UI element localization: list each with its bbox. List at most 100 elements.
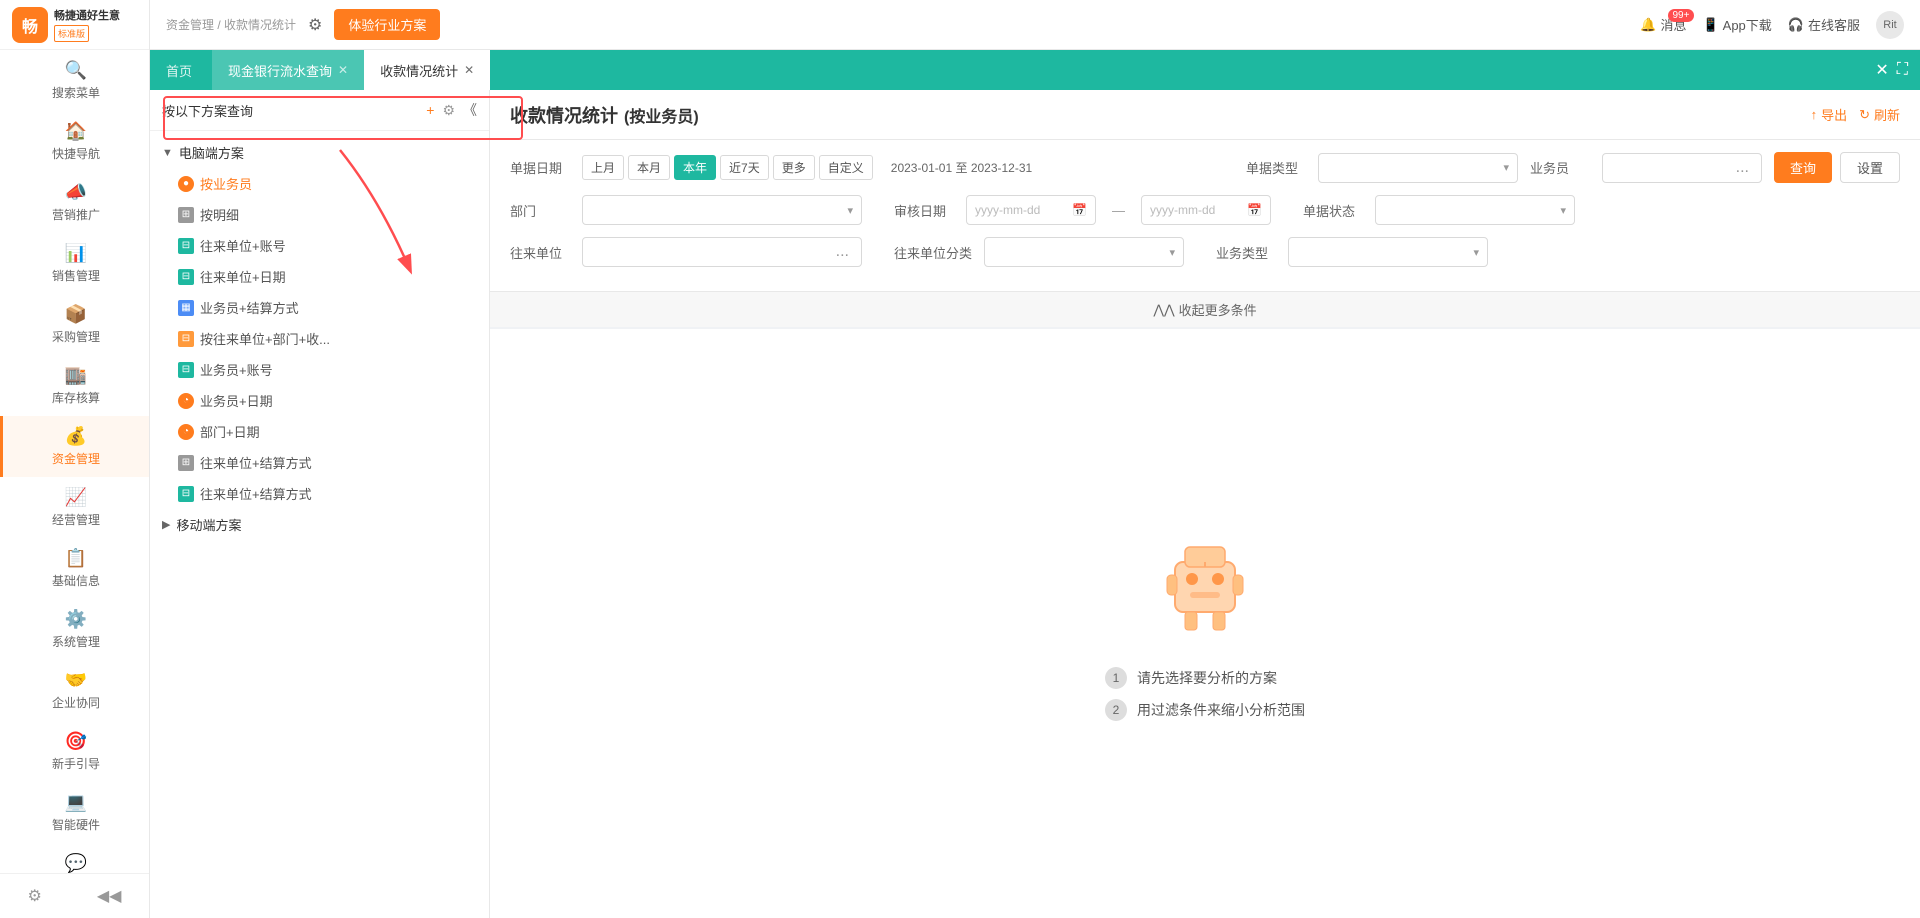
online-service-btn[interactable]: 🎧 在线客服 (1788, 15, 1860, 34)
sidebar-nav: 🔍 搜索菜单 🏠 快捷导航 📣 营销推广 📊 销售管理 📦 采购管理 🏬 库存核… (0, 50, 149, 873)
sidebar-item-quicknav[interactable]: 🏠 快捷导航 (0, 111, 149, 172)
partner-field[interactable]: ... (582, 237, 862, 267)
add-scheme-btn[interactable]: + (426, 102, 434, 118)
audit-date-label: 审核日期 (894, 201, 954, 220)
empty-steps: 1 请先选择要分析的方案 2 用过滤条件来缩小分析范围 (1105, 667, 1305, 721)
top-header: 资金管理 / 收款情况统计 ⚙ 体验行业方案 🔔 消息 99+ 📱 App下载 … (150, 0, 1920, 50)
marketing-icon: 📣 (65, 182, 87, 203)
scheme-group-mobile[interactable]: ▶ 移动端方案 (150, 509, 489, 540)
query-row-partner: 往来单位 ... 往来单位分类 ▾ 业务类型 ▾ (510, 237, 1900, 267)
scheme-item-partner-date[interactable]: ⊟ 往来单位+日期 (150, 261, 489, 292)
salesman-account-icon: ⊟ (178, 362, 194, 378)
scheme-item-by-salesman[interactable]: ● 按业务员 (150, 168, 489, 199)
partner-dept-icon: ⊟ (178, 331, 194, 347)
audit-date-to[interactable]: yyyy-mm-dd 📅 (1141, 195, 1271, 225)
date-btn-this-year[interactable]: 本年 (674, 155, 716, 180)
date-btn-custom[interactable]: 自定义 (819, 155, 873, 180)
search-icon: 🔍 (65, 60, 87, 81)
collapse-up-icon: ⋀⋀ (1153, 302, 1174, 318)
notification-count: 99+ (1668, 9, 1695, 22)
tab-expand-btn[interactable]: ⛶ (1897, 61, 1908, 79)
audit-date-from[interactable]: yyyy-mm-dd 📅 (966, 195, 1096, 225)
scheme-item-by-detail[interactable]: ⊞ 按明细 (150, 199, 489, 230)
sidebar-item-hardware[interactable]: 💻 智能硬件 (0, 782, 149, 843)
sidebar-item-purchase[interactable]: 📦 采购管理 (0, 294, 149, 355)
scheme-item-dept-date[interactable]: ◔ 部门+日期 (150, 416, 489, 447)
scheme-item-partner-settle1[interactable]: ⊞ 往来单位+结算方式 (150, 447, 489, 478)
page-title: 收款情况统计 (按业务员) (510, 102, 699, 128)
sidebar-item-sales[interactable]: 📊 销售管理 (0, 233, 149, 294)
doc-status-arrow: ▾ (1560, 204, 1566, 217)
trial-btn[interactable]: 体验行业方案 (334, 9, 440, 40)
date-btn-group: 上月 本月 本年 近7天 更多 自定义 (582, 155, 873, 180)
doc-status-select[interactable]: ▾ (1375, 195, 1575, 225)
settings-gear-icon[interactable]: ⚙ (308, 15, 322, 35)
sidebar-item-wechat[interactable]: 💬 企业微信 (0, 843, 149, 873)
scheme-item-salesman-account[interactable]: ⊟ 业务员+账号 (150, 354, 489, 385)
refresh-btn[interactable]: ↻ 刷新 (1859, 105, 1900, 124)
sidebar-item-warehouse[interactable]: 🏬 库存核算 (0, 355, 149, 416)
desktop-group-arrow: ▼ (162, 147, 173, 159)
salesman-dots-btn[interactable]: ... (1736, 159, 1749, 177)
sidebar-footer: ⚙ ◀◀ (0, 873, 149, 918)
sidebar-item-finance[interactable]: 💰 资金管理 (0, 416, 149, 477)
biz-type-select[interactable]: ▾ (1288, 237, 1488, 267)
sidebar-item-guide[interactable]: 🎯 新手引导 (0, 721, 149, 782)
partner-dots-btn[interactable]: ... (836, 243, 849, 261)
operation-icon: 📈 (65, 487, 87, 508)
top-header-left: 资金管理 / 收款情况统计 ⚙ 体验行业方案 (166, 9, 440, 40)
settings-footer-icon[interactable]: ⚙ (28, 886, 42, 906)
app-download-btn[interactable]: 📱 App下载 (1702, 15, 1771, 34)
collapse-sidebar-icon[interactable]: ◀◀ (97, 886, 122, 906)
partner-settle2-icon: ⊟ (178, 486, 194, 502)
partner-category-select[interactable]: ▾ (984, 237, 1184, 267)
sidebar-item-system[interactable]: ⚙️ 系统管理 (0, 599, 149, 660)
scheme-settings-btn[interactable]: ⚙ (442, 102, 455, 119)
notification-btn[interactable]: 🔔 消息 99+ (1640, 15, 1686, 34)
scheme-item-partner-dept[interactable]: ⊟ 按往来单位+部门+收... (150, 323, 489, 354)
biz-type-label: 业务类型 (1216, 243, 1276, 262)
dept-select[interactable]: ▾ (582, 195, 862, 225)
hardware-icon: 💻 (65, 792, 87, 813)
export-btn[interactable]: ↑ 导出 (1811, 105, 1848, 124)
right-content: 收款情况统计 (按业务员) ↑ 导出 ↻ 刷新 (490, 90, 1920, 918)
by-salesman-icon: ● (178, 176, 194, 192)
scheme-item-salesman-settle[interactable]: ▦ 业务员+结算方式 (150, 292, 489, 323)
salesman-date-icon: ◔ (178, 393, 194, 409)
tab-close-all-btn[interactable]: ✕ (1875, 60, 1888, 80)
step-num-1: 1 (1105, 667, 1127, 689)
finance-icon: 💰 (65, 426, 87, 447)
tab-collection-stats-close[interactable]: ✕ (464, 63, 474, 77)
sidebar-item-operation[interactable]: 📈 经营管理 (0, 477, 149, 538)
sidebar-item-basic[interactable]: 📋 基础信息 (0, 538, 149, 599)
date-btn-this-month[interactable]: 本月 (628, 155, 670, 180)
filter-settings-btn[interactable]: 设置 (1840, 152, 1900, 183)
scheme-item-partner-account[interactable]: ⊟ 往来单位+账号 (150, 230, 489, 261)
date-btn-7days[interactable]: 近7天 (720, 155, 769, 180)
date-btn-more[interactable]: 更多 (773, 155, 815, 180)
logo-badge: 标准版 (54, 25, 89, 42)
warehouse-icon: 🏬 (65, 365, 87, 386)
export-icon: ↑ (1811, 107, 1818, 122)
tab-collection-stats[interactable]: 收款情况统计 ✕ (364, 50, 490, 90)
query-btn[interactable]: 查询 (1774, 152, 1832, 183)
tab-bank-flow-close[interactable]: ✕ (338, 63, 348, 77)
tab-home[interactable]: 首页 (150, 50, 208, 90)
collapse-more-bar[interactable]: ⋀⋀ 收起更多条件 (490, 291, 1920, 327)
doc-type-select[interactable]: ▾ (1318, 153, 1518, 183)
date-btn-last-month[interactable]: 上月 (582, 155, 624, 180)
panel-collapse-btn[interactable]: 《 (463, 100, 477, 120)
partner-category-label: 往来单位分类 (894, 243, 972, 262)
sidebar-item-search[interactable]: 🔍 搜索菜单 (0, 50, 149, 111)
user-avatar[interactable]: Rit (1876, 11, 1904, 39)
empty-step-1: 1 请先选择要分析的方案 (1105, 667, 1305, 689)
scheme-item-salesman-date[interactable]: ◔ 业务员+日期 (150, 385, 489, 416)
scheme-group-desktop[interactable]: ▼ 电脑端方案 (150, 137, 489, 168)
sidebar-item-marketing[interactable]: 📣 营销推广 (0, 172, 149, 233)
salesman-field[interactable]: ... (1602, 153, 1762, 183)
sidebar-item-enterprise[interactable]: 🤝 企业协同 (0, 660, 149, 721)
scheme-item-partner-settle2[interactable]: ⊟ 往来单位+结算方式 (150, 478, 489, 509)
tab-bank-flow[interactable]: 现金银行流水查询 ✕ (212, 50, 364, 90)
panel-label: 按以下方案查询 (162, 101, 418, 120)
date-label: 单据日期 (510, 158, 570, 177)
